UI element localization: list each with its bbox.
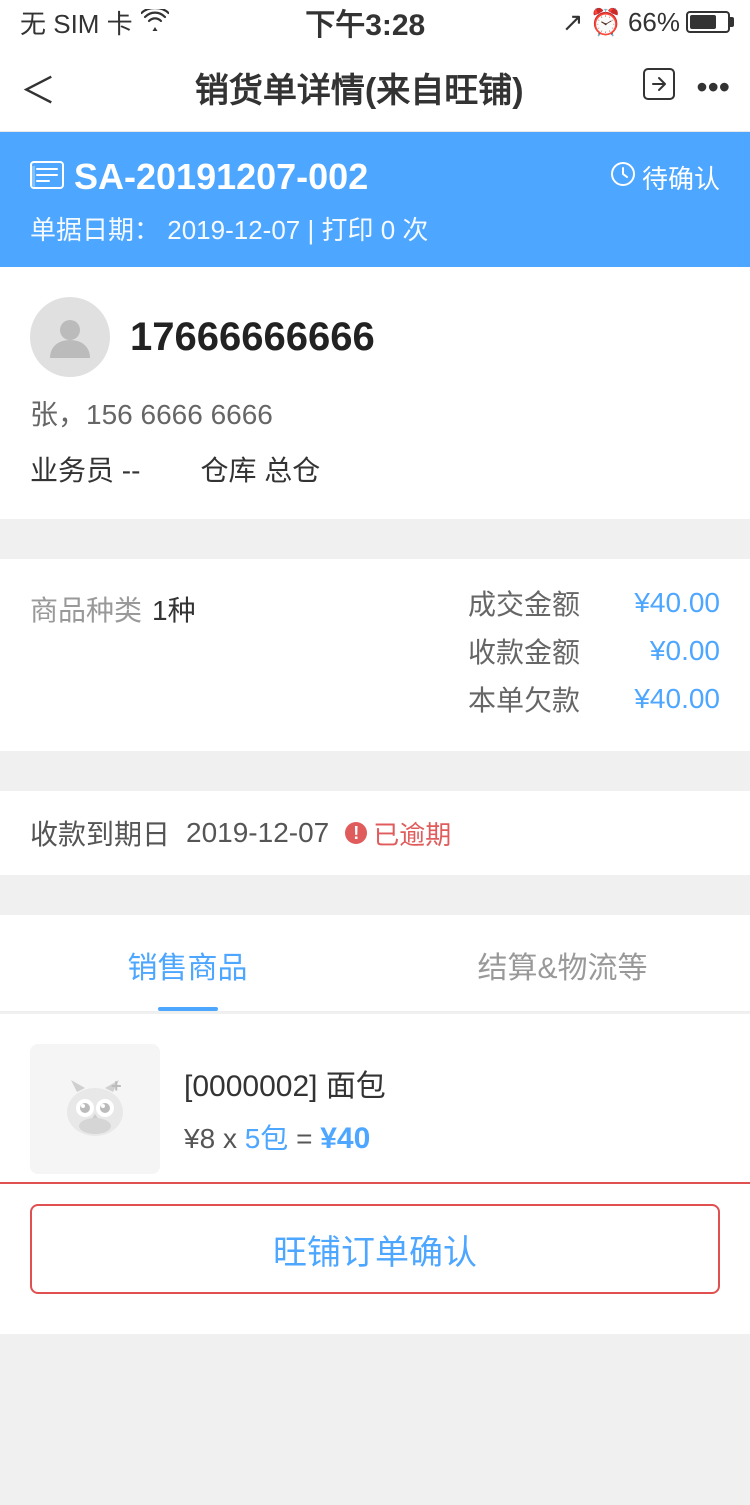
table-row: + [0000002] 面包 ¥8 x 5包 = ¥40 (0, 1014, 750, 1205)
order-header: SA-20191207-002 待确认 单据日期： 2019-12-07 | 打… (0, 132, 750, 267)
bottom-bar: 旺铺订单确认 (0, 1182, 750, 1334)
salesman-field: 业务员 -- (30, 449, 140, 489)
transaction-value: ¥40.00 (600, 587, 720, 619)
status-right: ↗ ⏰ 66% (562, 7, 730, 38)
receipt-row: 收款金额 ¥0.00 (468, 631, 720, 671)
due-date-value: 2019-12-07 (186, 817, 329, 849)
nav-actions: ••• (642, 67, 730, 109)
warehouse-label: 仓库 (200, 455, 256, 486)
arrears-value: ¥40.00 (600, 683, 720, 715)
warehouse-value: 总仓 (264, 455, 320, 486)
more-icon[interactable]: ••• (696, 69, 730, 106)
share-icon[interactable] (642, 67, 676, 109)
receipt-label: 收款金额 (468, 631, 580, 671)
due-date-card: 收款到期日 2019-12-07 ! 已逾期 (0, 791, 750, 875)
product-category: 商品种类 1种 (30, 589, 196, 629)
page-title: 销货单详情(来自旺铺) (76, 63, 642, 112)
salesman-value: -- (122, 455, 141, 486)
arrears-row: 本单欠款 ¥40.00 (468, 679, 720, 719)
order-id-icon (30, 156, 64, 198)
customer-phone: 17666666666 (130, 315, 375, 360)
transaction-label: 成交金额 (468, 583, 580, 623)
status-time: 下午3:28 (305, 0, 425, 44)
alarm-icon: ⏰ (590, 7, 622, 38)
warehouse-field: 仓库 总仓 (200, 449, 320, 489)
tabs-container: 销售商品 结算&物流等 (0, 915, 750, 1012)
customer-name: 张，156 6666 6666 (30, 393, 720, 433)
product-name: [0000002] 面包 (184, 1061, 720, 1105)
nav-bar: ＜ 销货单详情(来自旺铺) ••• (0, 44, 750, 132)
carrier-text: 无 SIM 卡 (20, 4, 133, 41)
battery-percentage: 66% (628, 7, 680, 38)
confirm-order-button[interactable]: 旺铺订单确认 (30, 1204, 720, 1294)
overdue-text: 已逾期 (373, 815, 451, 852)
receipt-value: ¥0.00 (600, 635, 720, 667)
svg-text:+: + (111, 1076, 122, 1096)
order-id-text: SA-20191207-002 (74, 156, 368, 198)
tab-sales[interactable]: 销售商品 (0, 915, 375, 1011)
tab-settlement[interactable]: 结算&物流等 (375, 915, 750, 1011)
avatar (30, 297, 110, 377)
customer-card: 17666666666 张，156 6666 6666 业务员 -- 仓库 总仓 (0, 267, 750, 519)
product-info: [0000002] 面包 ¥8 x 5包 = ¥40 (184, 1061, 720, 1157)
order-id-container: SA-20191207-002 (30, 156, 368, 198)
battery-icon (686, 11, 730, 33)
category-label: 商品种类 (30, 589, 142, 629)
product-price: ¥8 x 5包 = ¥40 (184, 1117, 720, 1157)
due-date-label: 收款到期日 (30, 813, 170, 853)
order-date-row: 单据日期： 2019-12-07 | 打印 0 次 (30, 210, 720, 247)
summary-card: 商品种类 1种 成交金额 ¥40.00 收款金额 ¥0.00 本单欠款 ¥40.… (0, 559, 750, 751)
divider-1 (0, 519, 750, 539)
divider-2 (0, 751, 750, 771)
location-icon: ↗ (562, 7, 584, 38)
product-list: + [0000002] 面包 ¥8 x 5包 = ¥40 (0, 1014, 750, 1205)
arrears-label: 本单欠款 (468, 679, 580, 719)
status-left: 无 SIM 卡 (20, 4, 169, 41)
status-bar: 无 SIM 卡 下午3:28 ↗ ⏰ 66% (0, 0, 750, 44)
back-button[interactable]: ＜ (20, 52, 76, 124)
wifi-icon (141, 7, 169, 38)
status-text: 待确认 (642, 159, 720, 196)
overdue-badge: ! 已逾期 (345, 815, 451, 852)
transaction-row: 成交金额 ¥40.00 (468, 583, 720, 623)
financial-summary: 成交金额 ¥40.00 收款金额 ¥0.00 本单欠款 ¥40.00 (468, 583, 720, 727)
status-clock-icon (610, 161, 636, 194)
overdue-icon: ! (345, 822, 367, 844)
salesman-label: 业务员 (30, 455, 114, 486)
category-value: 1种 (152, 589, 196, 629)
divider-3 (0, 875, 750, 895)
customer-meta: 业务员 -- 仓库 总仓 (30, 449, 720, 489)
order-status: 待确认 (610, 159, 720, 196)
product-thumbnail: + (30, 1044, 160, 1174)
